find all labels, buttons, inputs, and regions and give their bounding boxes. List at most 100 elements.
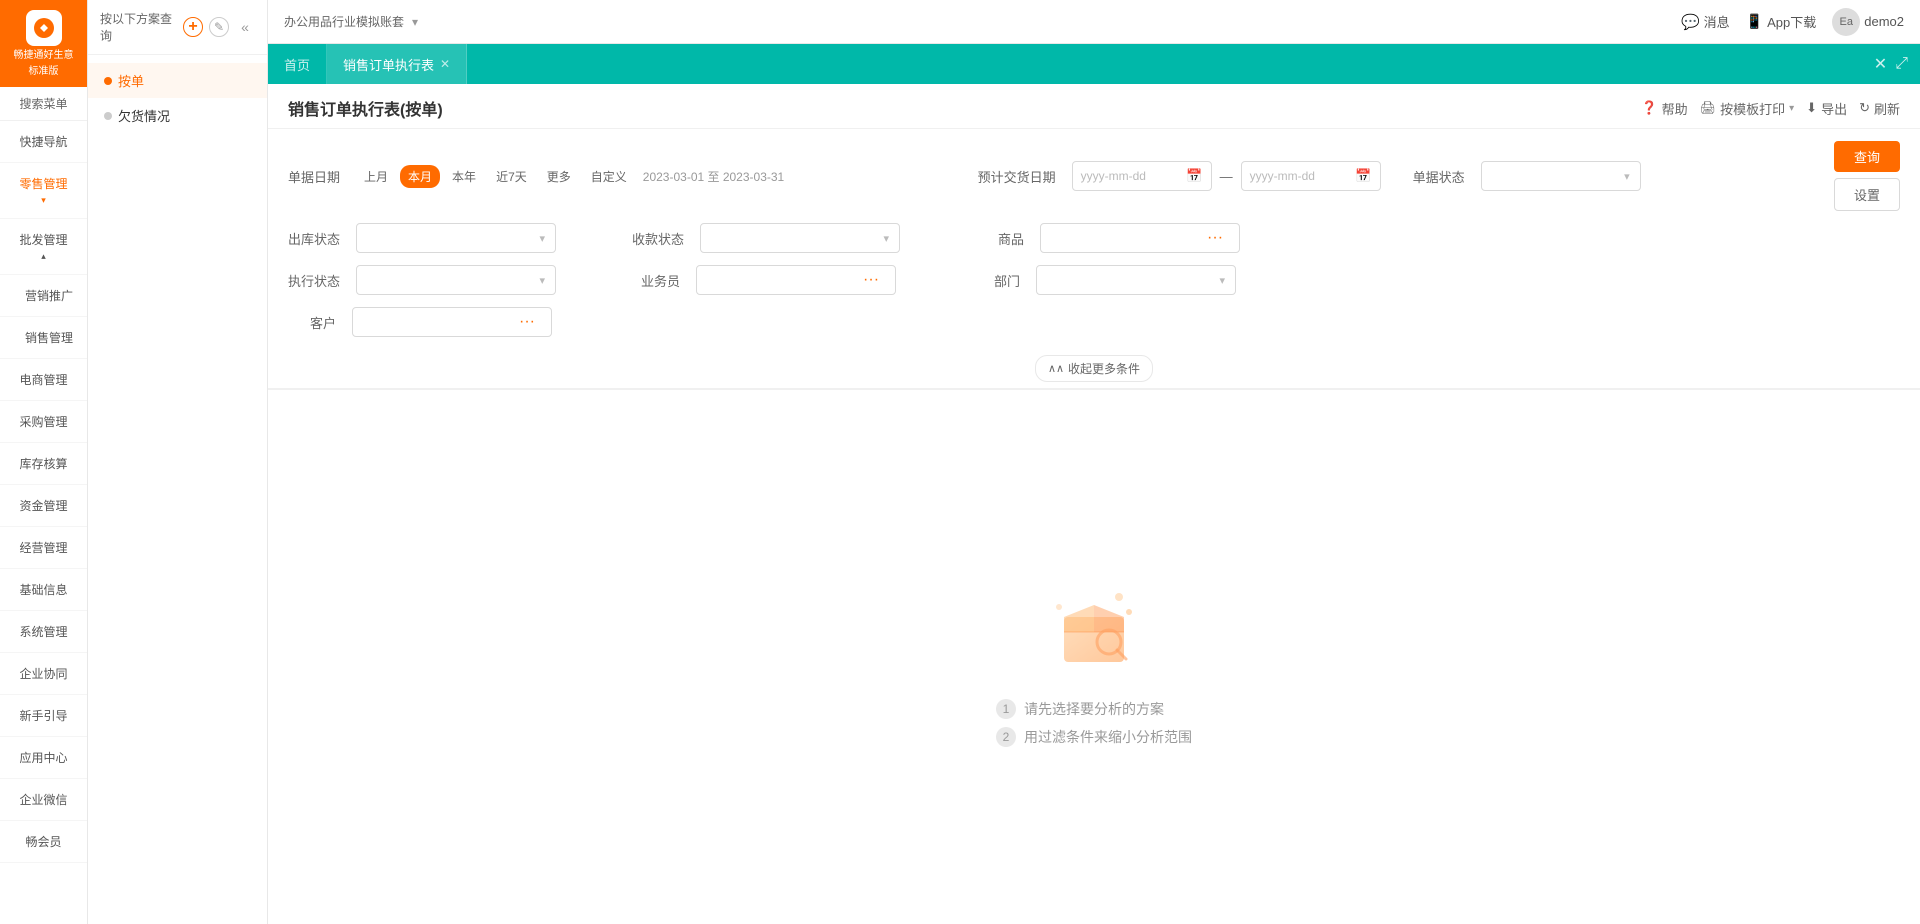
- breadcrumb-caret-icon: ▾: [412, 15, 418, 29]
- delivery-select[interactable]: ▾: [356, 223, 556, 253]
- date-btn-more[interactable]: 更多: [539, 165, 579, 188]
- sidebar-item-retail[interactable]: 零售管理 ▾: [0, 163, 87, 219]
- sidebar-item-label: 库存核算: [19, 455, 67, 472]
- left-panel: 按以下方案查询 + ✎ « 按单 欠货情况: [88, 0, 268, 924]
- tip-num-2: 2: [996, 727, 1016, 747]
- sidebar-item-system[interactable]: 系统管理: [0, 611, 87, 653]
- search-menu-label: 搜索菜单: [19, 97, 67, 111]
- help-label: 帮助: [1662, 99, 1688, 118]
- sidebar-item-label: 经营管理: [19, 539, 67, 556]
- query-button[interactable]: 查询: [1834, 141, 1900, 172]
- empty-tip-1: 1 请先选择要分析的方案: [996, 699, 1192, 719]
- tab-home[interactable]: 首页: [268, 44, 327, 84]
- sidebar-item-label: 采购管理: [19, 413, 67, 430]
- edit-scheme-button[interactable]: ✎: [209, 17, 229, 37]
- sidebar-item-quick-nav[interactable]: 快捷导航: [0, 121, 87, 163]
- help-button[interactable]: ❓ 帮助: [1641, 99, 1687, 118]
- sidebar-item-marketing[interactable]: 营销推广: [0, 275, 87, 317]
- sidebar-item-label: 企业微信: [19, 791, 67, 808]
- filter-group-salesperson: 业务员 ···: [632, 265, 896, 295]
- left-panel-icons: + ✎ «: [183, 17, 255, 37]
- tip-text-1: 请先选择要分析的方案: [1024, 699, 1164, 719]
- tab-close-icon[interactable]: ✕: [440, 57, 450, 71]
- logo-icon: [26, 10, 62, 46]
- page-title: 销售订单执行表(按单): [288, 96, 443, 120]
- refresh-button[interactable]: ↻ 刷新: [1859, 99, 1900, 118]
- sidebar-item-enterprise[interactable]: 企业协同: [0, 653, 87, 695]
- empty-tips: 1 请先选择要分析的方案 2 用过滤条件来缩小分析范围: [996, 699, 1192, 747]
- collapse-panel-button[interactable]: «: [235, 17, 255, 37]
- tab-bar-actions: ✕ ⤢: [1862, 44, 1920, 84]
- filter-row-2: 出库状态 ▾ 收款状态 ▾ 商品: [288, 223, 1900, 265]
- sidebar-item-finance[interactable]: 资金管理: [0, 485, 87, 527]
- date-btn-this-year[interactable]: 本年: [444, 165, 484, 188]
- forecast-date-end-input[interactable]: yyyy-mm-dd 📅: [1241, 161, 1381, 191]
- status-select[interactable]: ▾: [1481, 161, 1641, 191]
- sidebar-item-label: 批发管理: [19, 231, 67, 248]
- message-button[interactable]: 💬 消息: [1681, 12, 1730, 31]
- salesperson-input[interactable]: ···: [696, 265, 896, 295]
- product-label: 商品: [976, 229, 1032, 248]
- salesperson-more-icon[interactable]: ···: [857, 271, 885, 289]
- sidebar-item-sales[interactable]: 销售管理: [0, 317, 87, 359]
- app-logo[interactable]: 畅捷通好生意 标准版: [0, 0, 87, 87]
- sidebar-item-basic[interactable]: 基础信息: [0, 569, 87, 611]
- search-menu[interactable]: 搜索菜单: [0, 87, 87, 121]
- calendar-end-icon: 📅: [1355, 168, 1371, 184]
- tab-sales-order[interactable]: 销售订单执行表 ✕: [327, 44, 467, 84]
- department-caret-icon: ▾: [1219, 274, 1225, 287]
- top-bar: 办公用品行业模拟账套 ▾ 💬 消息 📱 App下载 Ea demo2: [268, 0, 1920, 44]
- delivery-label: 出库状态: [288, 229, 348, 248]
- sidebar-item-purchase[interactable]: 采购管理: [0, 401, 87, 443]
- sidebar-item-operations[interactable]: 经营管理: [0, 527, 87, 569]
- sidebar-item-label: 系统管理: [19, 623, 67, 640]
- customer-input[interactable]: ···: [352, 307, 552, 337]
- forecast-date-label: 预计交货日期: [978, 167, 1064, 186]
- salesperson-label: 业务员: [632, 271, 688, 290]
- breadcrumb-text: 办公用品行业模拟账套: [284, 13, 404, 30]
- scheme-item-label: 按单: [118, 71, 144, 90]
- user-profile[interactable]: Ea demo2: [1832, 8, 1904, 36]
- execution-select[interactable]: ▾: [356, 265, 556, 295]
- sidebar-item-label: 畅会员: [25, 833, 61, 850]
- message-label: 消息: [1704, 12, 1730, 31]
- print-button[interactable]: 🖨 按模板打印 ▾: [1700, 99, 1795, 118]
- settings-button[interactable]: 设置: [1834, 178, 1900, 211]
- date-btn-last-7-days[interactable]: 近7天: [488, 165, 535, 188]
- sidebar-item-wholesale[interactable]: 批发管理 ▴: [0, 219, 87, 275]
- export-button[interactable]: ⬇ 导出: [1806, 99, 1847, 118]
- chevron-down-icon: ▾: [41, 195, 46, 206]
- chevron-up-icon: ▴: [41, 251, 46, 262]
- filter-group-department: 部门 ▾: [972, 265, 1236, 295]
- left-panel-header: 按以下方案查询 + ✎ «: [88, 0, 267, 55]
- app-download-label: App下载: [1767, 12, 1816, 31]
- sidebar-item-member[interactable]: 畅会员: [0, 821, 87, 863]
- date-btn-last-month[interactable]: 上月: [356, 165, 396, 188]
- scheme-item-by-debt[interactable]: 欠货情况: [88, 98, 267, 133]
- tab-close-all-icon[interactable]: ✕: [1874, 54, 1887, 74]
- sidebar-item-ecommerce[interactable]: 电商管理: [0, 359, 87, 401]
- payment-select[interactable]: ▾: [700, 223, 900, 253]
- date-btn-this-month[interactable]: 本月: [400, 165, 440, 188]
- collapse-conditions-button[interactable]: ∧∧ 收起更多条件: [1035, 355, 1153, 382]
- sidebar-item-wechat[interactable]: 企业微信: [0, 779, 87, 821]
- filter-group-product: 商品 ···: [976, 223, 1240, 253]
- main-content: 办公用品行业模拟账套 ▾ 💬 消息 📱 App下载 Ea demo2 首页: [268, 0, 1920, 924]
- customer-label: 客户: [288, 313, 344, 332]
- sidebar-item-newuser[interactable]: 新手引导: [0, 695, 87, 737]
- forecast-date-start-input[interactable]: yyyy-mm-dd 📅: [1072, 161, 1212, 191]
- sidebar-item-inventory[interactable]: 库存核算: [0, 443, 87, 485]
- product-more-icon[interactable]: ···: [1201, 229, 1229, 247]
- app-download-button[interactable]: 📱 App下载: [1746, 12, 1817, 31]
- department-select[interactable]: ▾: [1036, 265, 1236, 295]
- sidebar-item-label: 资金管理: [19, 497, 67, 514]
- add-scheme-button[interactable]: +: [183, 17, 203, 37]
- date-btn-custom[interactable]: 自定义: [583, 165, 635, 188]
- customer-more-icon[interactable]: ···: [513, 313, 541, 331]
- scheme-item-by-order[interactable]: 按单: [88, 63, 267, 98]
- payment-caret-icon: ▾: [884, 232, 890, 245]
- top-bar-right: 💬 消息 📱 App下载 Ea demo2: [1681, 8, 1904, 36]
- product-input[interactable]: ···: [1040, 223, 1240, 253]
- sidebar-item-apps[interactable]: 应用中心: [0, 737, 87, 779]
- tab-expand-icon[interactable]: ⤢: [1895, 55, 1908, 73]
